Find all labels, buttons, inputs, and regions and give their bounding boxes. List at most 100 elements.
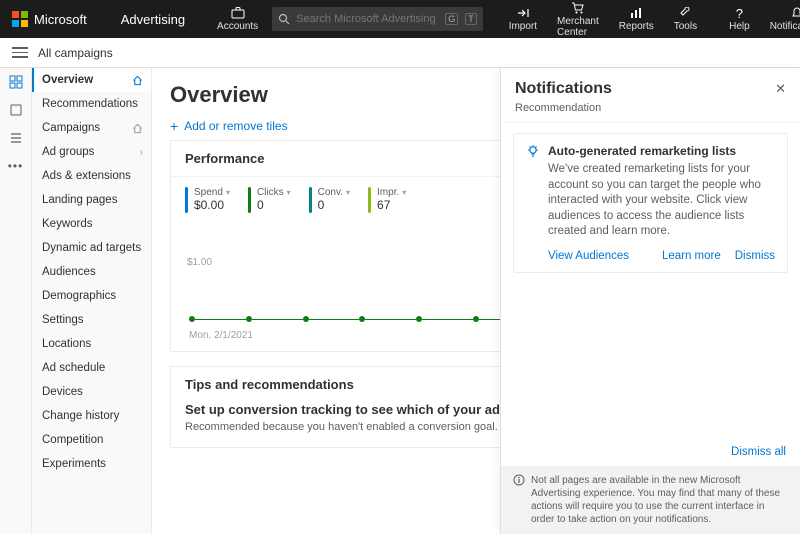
sidebar-item-keywords[interactable]: Keywords: [32, 212, 151, 236]
nav-help[interactable]: ? Help: [719, 0, 760, 38]
chevron-down-icon: ▾: [287, 188, 291, 197]
rail-more-icon[interactable]: •••: [8, 158, 24, 174]
plus-icon: +: [170, 118, 178, 134]
sidebar-item-ad-schedule[interactable]: Ad schedule: [32, 356, 151, 380]
dismiss-all-link[interactable]: Dismiss all: [731, 446, 786, 458]
rail-campaigns-icon[interactable]: [8, 102, 24, 118]
metric-impr[interactable]: Impr.▾ 67: [368, 187, 406, 213]
metric-label: Conv.: [318, 187, 343, 198]
nav-notifications[interactable]: Notifications: [760, 0, 800, 38]
sidebar-item-dynamic-targets[interactable]: Dynamic ad targets: [32, 236, 151, 260]
sidebar-item-label: Recommendations: [42, 98, 138, 110]
notifications-panel: Notifications ✕ Recommendation Auto-gene…: [500, 68, 800, 534]
nav-tools-label: Tools: [674, 21, 697, 32]
notification-learn-more-link[interactable]: Learn more: [662, 250, 721, 262]
kb-shortcut-g: G: [445, 13, 458, 25]
sidebar-item-landing-pages[interactable]: Landing pages: [32, 188, 151, 212]
sidebar-item-experiments[interactable]: Experiments: [32, 452, 151, 476]
sidebar-item-demographics[interactable]: Demographics: [32, 284, 151, 308]
sidebar-item-label: Overview: [42, 74, 93, 86]
top-bar: Microsoft Advertising Accounts G T Impor…: [0, 0, 800, 38]
sidebar-item-ad-groups[interactable]: Ad groups ›: [32, 140, 151, 164]
breadcrumb[interactable]: All campaigns: [38, 46, 113, 60]
search-box[interactable]: G T: [272, 7, 483, 31]
notification-card: Auto-generated remarketing lists We've c…: [513, 133, 788, 273]
brand-logo[interactable]: Microsoft: [0, 11, 99, 27]
chart-date-start: Mon, 2/1/2021: [189, 330, 253, 341]
import-icon: [516, 6, 530, 20]
breadcrumb-bar: All campaigns: [0, 38, 800, 68]
metric-bar: [309, 187, 312, 213]
help-icon: ?: [736, 6, 743, 20]
sidebar-item-label: Keywords: [42, 218, 93, 230]
sidebar-item-label: Demographics: [42, 290, 116, 302]
metric-conv[interactable]: Conv.▾ 0: [309, 187, 350, 213]
metric-spend[interactable]: Spend▾ $0.00: [185, 187, 230, 213]
nav-accounts[interactable]: Accounts: [207, 0, 268, 38]
chevron-down-icon: ▾: [346, 188, 350, 197]
metric-value: 0: [257, 198, 291, 212]
close-button[interactable]: ✕: [775, 81, 786, 97]
panel-title: Notifications: [515, 80, 612, 98]
bell-icon: [791, 6, 800, 20]
sidebar-item-recommendations[interactable]: Recommendations: [32, 92, 151, 116]
sidebar-item-overview[interactable]: Overview: [32, 68, 151, 92]
cart-icon: [571, 1, 585, 15]
sidebar-item-label: Audiences: [42, 266, 96, 278]
sidebar-item-audiences[interactable]: Audiences: [32, 260, 151, 284]
info-icon: [513, 474, 525, 526]
kb-shortcut-t: T: [465, 13, 477, 25]
nav-reports[interactable]: Reports: [609, 0, 664, 38]
sidebar-item-settings[interactable]: Settings: [32, 308, 151, 332]
notification-dismiss-link[interactable]: Dismiss: [735, 250, 775, 262]
sidebar-item-ads-extensions[interactable]: Ads & extensions: [32, 164, 151, 188]
brand-company: Microsoft: [34, 12, 87, 27]
nav-accounts-label: Accounts: [217, 21, 258, 32]
sidebar-item-devices[interactable]: Devices: [32, 380, 151, 404]
panel-section-label: Recommendation: [501, 102, 800, 123]
sidebar-item-label: Dynamic ad targets: [42, 242, 141, 254]
nav-notifications-label: Notifications: [770, 21, 800, 32]
panel-info-footer: Not all pages are available in the new M…: [501, 466, 800, 534]
nav-reports-label: Reports: [619, 21, 654, 32]
wrench-icon: [679, 6, 691, 20]
metric-clicks[interactable]: Clicks▾ 0: [248, 187, 291, 213]
rail-overview-icon[interactable]: [8, 74, 24, 90]
sidebar-item-campaigns[interactable]: Campaigns: [32, 116, 151, 140]
sidebar-item-label: Ad groups: [42, 146, 94, 158]
metric-label: Impr.: [377, 187, 399, 198]
sidebar-item-locations[interactable]: Locations: [32, 332, 151, 356]
metric-bar: [248, 187, 251, 213]
home-icon: [132, 123, 143, 134]
sidebar-item-label: Ads & extensions: [42, 170, 131, 182]
sidebar-item-change-history[interactable]: Change history: [32, 404, 151, 428]
metric-label: Clicks: [257, 187, 284, 198]
add-tiles-label: Add or remove tiles: [184, 119, 287, 133]
menu-toggle[interactable]: [12, 47, 28, 58]
brand-product[interactable]: Advertising: [111, 12, 195, 27]
sidebar-item-competition[interactable]: Competition: [32, 428, 151, 452]
chart-icon: [630, 6, 642, 20]
icon-rail: •••: [0, 68, 32, 534]
sidebar-item-label: Settings: [42, 314, 84, 326]
nav-merchant[interactable]: Merchant Center: [547, 0, 609, 38]
nav-tools[interactable]: Tools: [664, 0, 707, 38]
sidebar-item-label: Competition: [42, 434, 103, 446]
sidebar-item-label: Campaigns: [42, 122, 100, 134]
nav-import[interactable]: Import: [499, 0, 547, 38]
view-audiences-link[interactable]: View Audiences: [548, 250, 629, 262]
metric-bar: [185, 187, 188, 213]
microsoft-logo-icon: [12, 11, 28, 27]
metric-value: 67: [377, 198, 406, 212]
sidebar-item-label: Landing pages: [42, 194, 117, 206]
search-icon: [278, 13, 290, 25]
chevron-right-icon: ›: [140, 147, 143, 158]
nav-merchant-label: Merchant Center: [557, 16, 599, 38]
home-icon: [132, 75, 143, 86]
rail-library-icon[interactable]: [8, 130, 24, 146]
lightbulb-icon: [526, 144, 540, 158]
chevron-down-icon: ▾: [402, 188, 406, 197]
search-input[interactable]: [296, 13, 438, 25]
sidebar-item-label: Ad schedule: [42, 362, 105, 374]
panel-info-text: Not all pages are available in the new M…: [531, 474, 788, 526]
